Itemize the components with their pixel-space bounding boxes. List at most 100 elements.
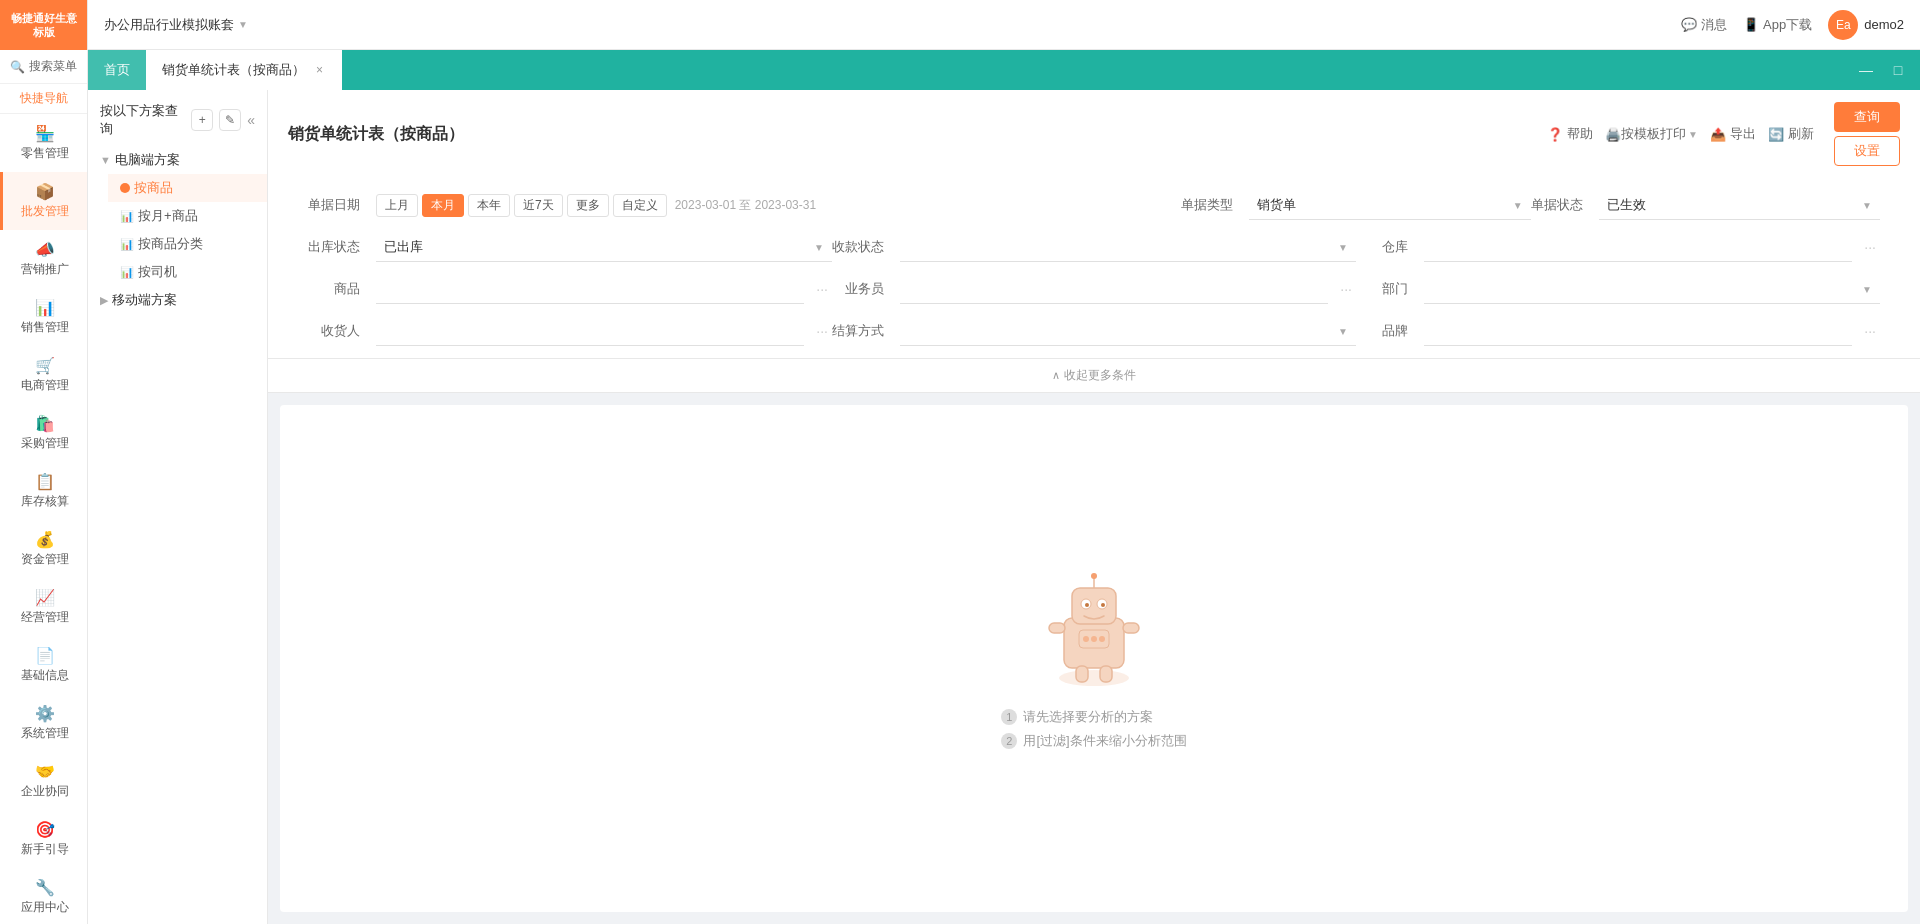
mobile-section-label: 移动端方案 (112, 291, 177, 309)
filter-collapse-btn[interactable]: « (247, 112, 255, 128)
warehouse-input[interactable] (1424, 232, 1852, 262)
svg-rect-10 (1123, 623, 1139, 633)
date-btn-this-month[interactable]: 本月 (422, 194, 464, 217)
sales-icon: 📊 (35, 298, 55, 317)
svg-rect-1 (1064, 618, 1124, 668)
tree-arrow-desktop: ▼ (100, 154, 111, 166)
doc-status-input[interactable] (1599, 190, 1880, 220)
page-header: 销货单统计表（按商品） ❓ 帮助 🖨️ 按模板打印 ▼ 📤 (268, 90, 1920, 359)
product-dots-btn[interactable]: ··· (812, 281, 832, 297)
sidebar: 畅捷通好生意 标版 🔍 搜索菜单 快捷导航 🏪 零售管理 📦 批发管理 📣 营销… (0, 0, 88, 924)
quick-nav[interactable]: 快捷导航 (0, 84, 87, 114)
field-doc-status: 单据状态 ▼ (1531, 190, 1880, 220)
sidebar-item-system[interactable]: ⚙️ 系统管理 (0, 694, 87, 752)
collapse-label: 收起更多条件 (1064, 367, 1136, 384)
svg-point-15 (1091, 636, 1097, 642)
out-status-label: 出库状态 (308, 238, 368, 256)
tab-maximize-btn[interactable]: □ (1884, 56, 1912, 84)
receiver-input[interactable] (376, 316, 804, 346)
industry-selector[interactable]: 办公用品行业模拟账套 ▼ (104, 16, 248, 34)
sidebar-item-sales[interactable]: 📊 销售管理 (0, 288, 87, 346)
by-clerk-icon: 📊 (120, 266, 134, 279)
date-filter-bar: 上月 本月 本年 近7天 更多 自定义 2023-03-01 至 2023-03… (376, 194, 816, 217)
tab-home[interactable]: 首页 (88, 50, 146, 90)
by-clerk-label: 按司机 (138, 263, 177, 281)
filter-add-btn[interactable]: + (191, 109, 213, 131)
header-left: 办公用品行业模拟账套 ▼ (104, 16, 248, 34)
sidebar-item-ecom[interactable]: 🛒 电商管理 (0, 346, 87, 404)
date-btn-custom[interactable]: 自定义 (613, 194, 667, 217)
filter-row-4: 收货人 ··· 结算方式 ▼ 品牌 (308, 316, 1880, 346)
date-btn-more[interactable]: 更多 (567, 194, 609, 217)
salesperson-label: 业务员 (832, 280, 892, 298)
sidebar-item-guide[interactable]: 🎯 新手引导 (0, 810, 87, 868)
search-menu[interactable]: 🔍 搜索菜单 (0, 50, 87, 84)
tab-close-btn[interactable]: × (313, 62, 326, 78)
product-label: 商品 (308, 280, 368, 298)
filter-item-by-product[interactable]: 按商品 (108, 174, 267, 202)
date-btn-this-year[interactable]: 本年 (468, 194, 510, 217)
out-status-select-wrapper: ▼ (376, 232, 832, 262)
settlement-input[interactable] (900, 316, 1356, 346)
filter-item-by-clerk[interactable]: 📊 按司机 (108, 258, 267, 286)
department-input[interactable] (1424, 274, 1880, 304)
warehouse-dots-btn[interactable]: ··· (1860, 239, 1880, 255)
brand-input[interactable] (1424, 316, 1852, 346)
sidebar-item-apps[interactable]: 🔧 应用中心 (0, 868, 87, 924)
purchase-icon: 🛍️ (35, 414, 55, 433)
tree-arrow-mobile: ▶ (100, 294, 108, 307)
filter-edit-btn[interactable]: ✎ (219, 109, 241, 131)
export-btn[interactable]: 📤 导出 (1710, 125, 1756, 143)
collapse-bar[interactable]: ∧ 收起更多条件 (268, 359, 1920, 393)
app-download-btn[interactable]: 📱 App下载 (1743, 16, 1812, 34)
help-btn[interactable]: ❓ 帮助 (1547, 125, 1593, 143)
collapse-icon: « (247, 112, 255, 128)
coop-icon: 🤝 (35, 762, 55, 781)
payment-status-label: 收款状态 (832, 238, 892, 256)
tab-minimize-btn[interactable]: — (1852, 56, 1880, 84)
sidebar-item-marketing[interactable]: 📣 营销推广 (0, 230, 87, 288)
filter-item-by-category[interactable]: 📊 按商品分类 (108, 230, 267, 258)
date-btn-last-month[interactable]: 上月 (376, 194, 418, 217)
refresh-btn[interactable]: 🔄 刷新 (1768, 125, 1814, 143)
tip-num-2: 2 (1001, 733, 1017, 749)
doc-type-input[interactable] (1249, 190, 1530, 220)
sidebar-item-operation[interactable]: 📈 经营管理 (0, 578, 87, 636)
sidebar-item-finance[interactable]: 💰 资金管理 (0, 520, 87, 578)
top-header: 办公用品行业模拟账套 ▼ 💬 消息 📱 App下载 Ea demo2 (88, 0, 1920, 50)
date-btn-7days[interactable]: 近7天 (514, 194, 563, 217)
user-menu[interactable]: Ea demo2 (1828, 10, 1904, 40)
date-range-text: 2023-03-01 至 2023-03-31 (675, 197, 816, 214)
message-btn[interactable]: 💬 消息 (1681, 16, 1727, 34)
filter-row-2: 出库状态 ▼ 收款状态 ▼ (308, 232, 1880, 262)
query-button[interactable]: 查询 (1834, 102, 1900, 132)
brand-label: 品牌 (1356, 322, 1416, 340)
payment-status-input[interactable] (900, 232, 1356, 262)
settlement-select-wrapper: ▼ (900, 316, 1356, 346)
sidebar-item-purchase[interactable]: 🛍️ 采购管理 (0, 404, 87, 462)
empty-tip-1: 1 请先选择要分析的方案 (1001, 708, 1186, 726)
filter-section-desktop[interactable]: ▼ 电脑端方案 (88, 146, 267, 174)
sidebar-item-coop[interactable]: 🤝 企业协同 (0, 752, 87, 810)
brand-dots-btn[interactable]: ··· (1860, 323, 1880, 339)
receiver-dots-btn[interactable]: ··· (812, 323, 832, 339)
settings-button[interactable]: 设置 (1834, 136, 1900, 166)
marketing-icon: 📣 (35, 240, 55, 259)
by-category-label: 按商品分类 (138, 235, 203, 253)
out-status-input[interactable] (376, 232, 832, 262)
print-btn[interactable]: 🖨️ 按模板打印 ▼ (1605, 125, 1698, 143)
sidebar-item-basic[interactable]: 📄 基础信息 (0, 636, 87, 694)
filter-section-mobile[interactable]: ▶ 移动端方案 (88, 286, 267, 314)
sidebar-item-wholesale[interactable]: 📦 批发管理 (0, 172, 87, 230)
product-input[interactable] (376, 274, 804, 304)
empty-tip-2: 2 用[过滤]条件来缩小分析范围 (1001, 732, 1186, 750)
filter-item-by-month-product[interactable]: 📊 按月+商品 (108, 202, 267, 230)
sidebar-item-retail[interactable]: 🏪 零售管理 (0, 114, 87, 172)
salesperson-dots-btn[interactable]: ··· (1336, 281, 1356, 297)
sidebar-item-inventory[interactable]: 📋 库存核算 (0, 462, 87, 520)
basic-icon: 📄 (35, 646, 55, 665)
tab-sales-stat[interactable]: 销货单统计表（按商品） × (146, 50, 342, 90)
by-month-icon: 📊 (120, 210, 134, 223)
print-dropdown-icon[interactable]: ▼ (1686, 129, 1698, 140)
salesperson-input[interactable] (900, 274, 1328, 304)
